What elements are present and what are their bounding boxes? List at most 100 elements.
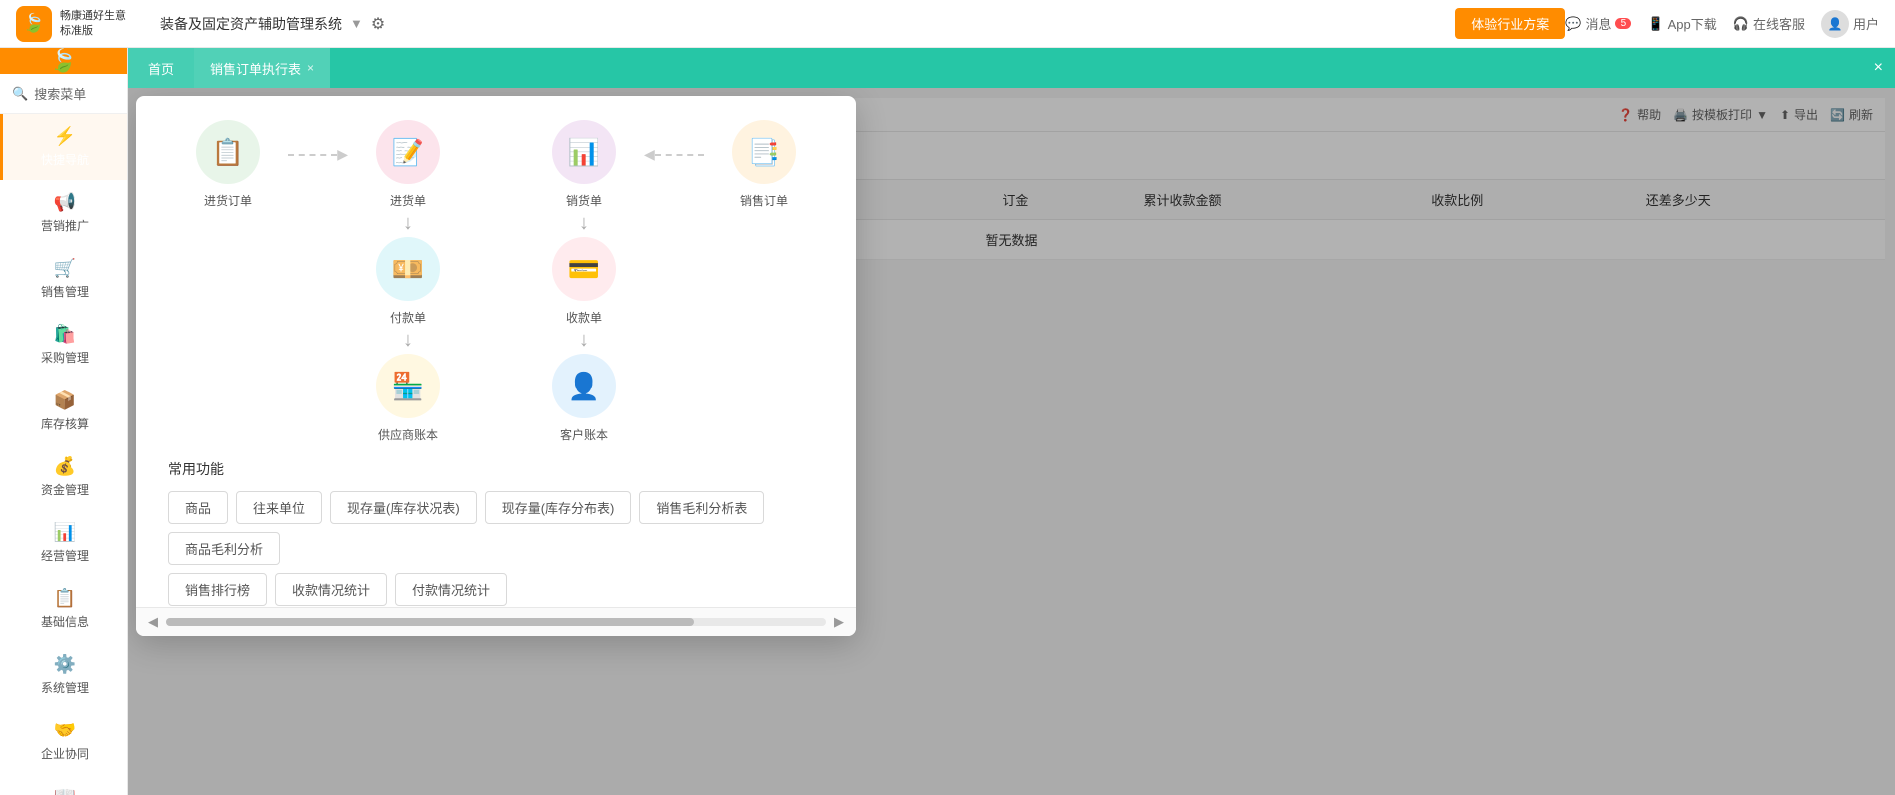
receipt-circle: 💳: [552, 237, 616, 301]
flow-item-supplier-account[interactable]: 🏪 供应商账本: [348, 354, 468, 443]
sidebar-logo-icon: 🍃: [50, 48, 77, 74]
logo-line1: 畅康通好生意: [60, 9, 126, 23]
sidebar-item-quick-nav[interactable]: ⚡ 快捷导航: [0, 114, 127, 180]
system-title-area: 装备及固定资产辅助管理系统 ▼ ⚙: [144, 14, 1455, 34]
sidebar-item-operations[interactable]: 📊 经营管理: [0, 510, 127, 576]
modal-overlay[interactable]: 📋 进货订单 ▶ 📝 进货单: [128, 88, 1895, 795]
marketing-icon: 📢: [54, 192, 76, 213]
sidebar-item-inventory[interactable]: 📦 库存核算: [0, 378, 127, 444]
online-service-label: 在线客服: [1753, 14, 1805, 33]
message-badge: 5: [1615, 18, 1631, 29]
top-right-area: 💬 消息 5 📱 App下载 🎧 在线客服 👤 用户: [1565, 10, 1879, 38]
sales-bill-label: 销货单: [566, 192, 602, 209]
sidebar-item-label: 销售管理: [41, 283, 89, 300]
title-dropdown-icon[interactable]: ▼: [350, 16, 363, 31]
scroll-left-btn[interactable]: ◀: [148, 614, 158, 630]
online-service-item[interactable]: 🎧 在线客服: [1733, 14, 1805, 33]
sidebar-item-enterprise[interactable]: 🤝 企业协同: [0, 708, 127, 774]
enterprise-icon: 🤝: [54, 720, 76, 741]
app-download-label: App下载: [1668, 14, 1717, 33]
scroll-right-btn[interactable]: ▶: [834, 614, 844, 630]
sidebar-item-system[interactable]: ⚙️ 系统管理: [0, 642, 127, 708]
flow-item-sales-order[interactable]: 📑 销售订单: [704, 120, 824, 209]
sidebar-item-purchase[interactable]: 🛍️ 采购管理: [0, 312, 127, 378]
system-icon: ⚙️: [54, 654, 76, 675]
flow-section: 📋 进货订单 ▶ 📝 进货单: [168, 120, 824, 443]
inventory-icon: 📦: [54, 390, 76, 411]
sales-icon: 🛒: [54, 258, 76, 279]
flow-item-receipt[interactable]: 💳 收款单: [524, 237, 644, 326]
sidebar-item-label: 库存核算: [41, 415, 89, 432]
customer-account-label: 客户账本: [560, 426, 608, 443]
scroll-area: ◀ ▶: [136, 607, 856, 636]
tab-current[interactable]: 销售订单执行表 ×: [194, 48, 330, 88]
scroll-thumb: [166, 618, 694, 626]
btn-inventory-status[interactable]: 现存量(库存状况表): [330, 491, 477, 524]
payment-circle: 💴: [376, 237, 440, 301]
search-menu-label: 搜索菜单: [34, 84, 86, 103]
btn-product[interactable]: 商品: [168, 491, 228, 524]
tab-label: 销售订单执行表: [210, 59, 301, 78]
btn-trading-partner[interactable]: 往来单位: [236, 491, 322, 524]
headset-icon: 🎧: [1733, 16, 1749, 32]
sidebar-item-label: 基础信息: [41, 613, 89, 630]
receipt-label: 收款单: [566, 309, 602, 326]
system-name: 装备及固定资产辅助管理系统: [160, 14, 342, 34]
sidebar-item-label: 资金管理: [41, 481, 89, 498]
common-functions-section: 常用功能 商品 往来单位 现存量(库存状况表) 现存量(库存分布表) 销售毛利分…: [168, 459, 824, 606]
user-item[interactable]: 👤 用户: [1821, 10, 1879, 38]
sidebar-item-label: 经营管理: [41, 547, 89, 564]
sales-order-circle: 📑: [732, 120, 796, 184]
sidebar-item-label: 采购管理: [41, 349, 89, 366]
sidebar-item-marketing[interactable]: 📢 营销推广: [0, 180, 127, 246]
trial-button[interactable]: 体验行业方案: [1455, 8, 1565, 39]
sidebar-item-sales[interactable]: 🛒 销售管理: [0, 246, 127, 312]
purchase-icon: 🛍️: [54, 324, 76, 345]
flow-item-customer-account[interactable]: 👤 客户账本: [524, 354, 644, 443]
quick-nav-icon: ⚡: [54, 126, 76, 147]
tab-home[interactable]: 首页: [128, 48, 194, 88]
finance-icon: 💰: [54, 456, 76, 477]
scroll-track[interactable]: [166, 618, 826, 626]
flow-item-sales-bill[interactable]: 📊 销货单: [524, 120, 644, 209]
page-content: ❓ 帮助 🖨️ 按模板打印 ▼ ⬆ 导出 🔄 刷新: [128, 88, 1895, 795]
logo-area: 🍃 畅康通好生意 标准版: [16, 6, 144, 42]
content-area: 首页 销售订单执行表 × × ❓ 帮助 🖨️ 按模板打印: [128, 48, 1895, 795]
common-buttons-group-2: 销售排行榜 收款情况统计 付款情况统计: [168, 573, 824, 606]
supplier-account-label: 供应商账本: [378, 426, 438, 443]
btn-receipt-stats[interactable]: 收款情况统计: [275, 573, 387, 606]
search-menu-item[interactable]: 🔍 搜索菜单: [0, 74, 127, 114]
tab-bar-close-icon[interactable]: ×: [1862, 59, 1895, 77]
flow-item-purchase-bill[interactable]: 📝 进货单: [348, 120, 468, 209]
user-name: 用户: [1853, 14, 1879, 33]
phone-icon: 📱: [1647, 16, 1663, 32]
sidebar-logo: 🍃: [0, 48, 127, 74]
logo-line2: 标准版: [60, 24, 126, 38]
message-item[interactable]: 💬 消息 5: [1565, 14, 1631, 33]
settings-icon[interactable]: ⚙: [371, 14, 385, 34]
sidebar-item-finance[interactable]: 💰 资金管理: [0, 444, 127, 510]
common-functions-title: 常用功能: [168, 459, 824, 479]
sales-order-label: 销售订单: [740, 192, 788, 209]
btn-payment-stats[interactable]: 付款情况统计: [395, 573, 507, 606]
customer-account-circle: 👤: [552, 354, 616, 418]
search-icon: 🔍: [12, 86, 28, 102]
sidebar: 🍃 🔍 搜索菜单 ⚡ 快捷导航 📢 营销推广 🛒 销售管理 🛍️ 采购管理: [0, 48, 128, 795]
message-icon: 💬: [1565, 16, 1581, 32]
btn-sales-profit[interactable]: 销售毛利分析表: [639, 491, 764, 524]
btn-sales-rank[interactable]: 销售排行榜: [168, 573, 267, 606]
basic-info-icon: 📋: [54, 588, 76, 609]
app-download-item[interactable]: 📱 App下载: [1647, 14, 1716, 33]
flow-item-payment[interactable]: 💴 付款单: [348, 237, 468, 326]
sidebar-item-label: 系统管理: [41, 679, 89, 696]
tab-close-icon[interactable]: ×: [307, 61, 314, 75]
btn-inventory-dist[interactable]: 现存量(库存分布表): [485, 491, 632, 524]
operations-icon: 📊: [54, 522, 76, 543]
flow-item-purchase-order[interactable]: 📋 进货订单: [168, 120, 288, 209]
quick-nav-modal: 📋 进货订单 ▶ 📝 进货单: [136, 96, 856, 636]
btn-product-profit[interactable]: 商品毛利分析: [168, 532, 280, 565]
sidebar-item-beginner[interactable]: 📖 新手引导: [0, 774, 127, 795]
purchase-bill-circle: 📝: [376, 120, 440, 184]
sidebar-item-basic-info[interactable]: 📋 基础信息: [0, 576, 127, 642]
payment-label: 付款单: [390, 309, 426, 326]
